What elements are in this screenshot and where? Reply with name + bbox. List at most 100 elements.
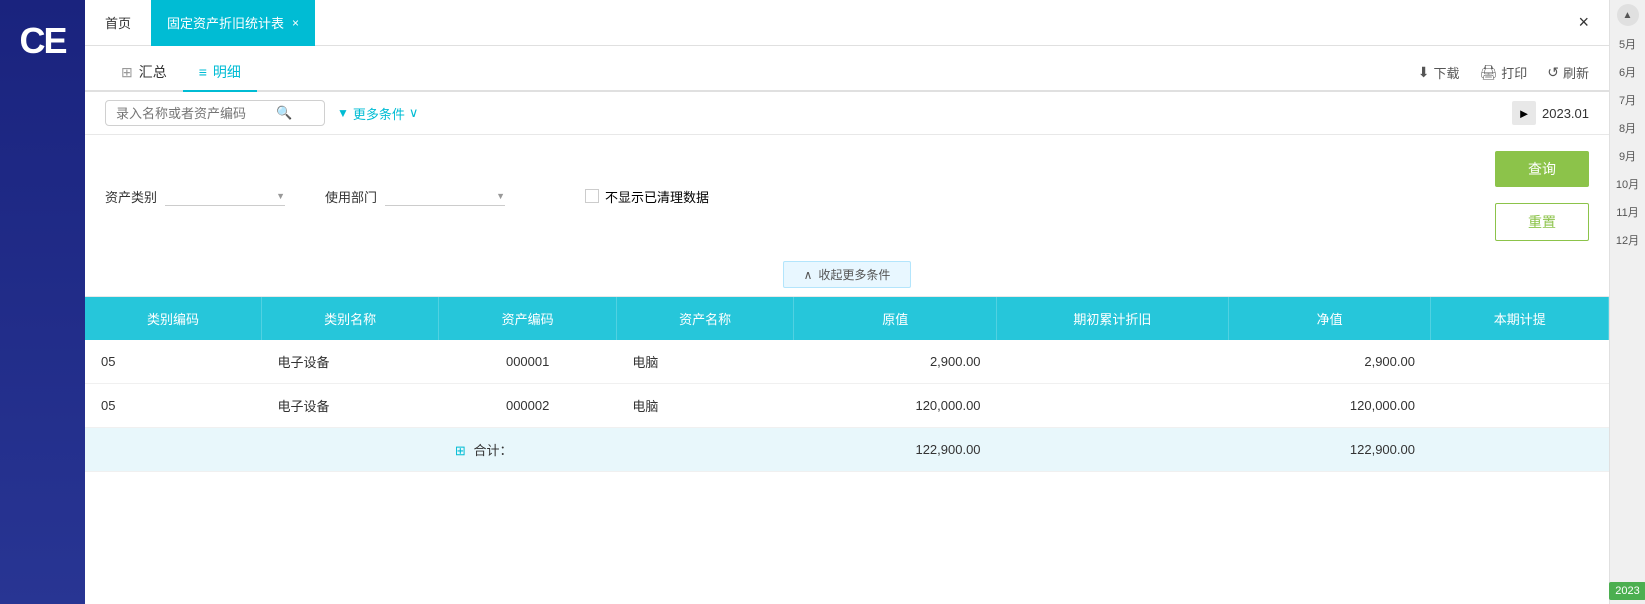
print-icon: 🖨 [1479, 64, 1497, 81]
sidebar-year-badge[interactable]: 2023 [1609, 582, 1645, 600]
table-row: 05 电子设备 000001 电脑 2,900.00 2,900.00 [85, 340, 1609, 384]
right-sidebar: ▲ 5月6月7月8月9月10月11月12月 2023 [1609, 0, 1645, 604]
cell-code: 05 [85, 340, 261, 384]
cell-net-value: 2,900.00 [1228, 340, 1431, 384]
col-header-current-depr: 本期计提 [1431, 297, 1609, 340]
total-label: 合计： [473, 443, 512, 458]
tab-detail[interactable]: ≡ 明细 [183, 62, 257, 92]
total-accumulated-depr [997, 428, 1229, 472]
sidebar-month-item[interactable]: 5月 [1616, 30, 1639, 58]
top-nav: 首页 固定资产折旧统计表 × × [85, 0, 1609, 46]
cell-asset-code: 000002 [439, 384, 616, 428]
nav-tab-fixed-assets[interactable]: 固定资产折旧统计表 × [151, 0, 315, 46]
cell-code: 05 [85, 384, 261, 428]
reset-button[interactable]: 重置 [1495, 203, 1589, 241]
cell-category: 电子设备 [261, 384, 438, 428]
cell-asset-name: 电脑 [616, 384, 793, 428]
total-icon: ⊞ [455, 443, 466, 458]
sidebar-month-item[interactable]: 6月 [1616, 58, 1639, 86]
print-btn[interactable]: 🖨 打印 [1479, 63, 1527, 82]
cell-asset-code: 000001 [439, 340, 616, 384]
hide-cleared-field: 不显示已清理数据 [585, 187, 709, 206]
sidebar-month-item[interactable]: 9月 [1616, 142, 1639, 170]
total-current-depr [1431, 428, 1609, 472]
cell-accumulated-depr [997, 384, 1229, 428]
refresh-icon: ↺ [1547, 64, 1559, 81]
table-body: 05 电子设备 000001 电脑 2,900.00 2,900.00 05 电… [85, 340, 1609, 472]
collapse-more-section: ∧ 收起更多条件 [105, 253, 1589, 296]
tab-detail-label: 明细 [213, 62, 241, 82]
ce-logo-text: CE [19, 20, 65, 62]
detail-icon: ≡ [199, 64, 207, 80]
search-input-wrapper[interactable]: 🔍 [105, 100, 325, 126]
advanced-filter: 资产类别 使用部门 不显示已清理数据 [85, 135, 1609, 297]
filter-btn-group: 查询 重置 [1495, 151, 1589, 241]
cell-original-value: 120,000.00 [794, 384, 997, 428]
download-btn[interactable]: ⬇ 下载 [1418, 63, 1460, 82]
cell-asset-name: 电脑 [616, 340, 793, 384]
cell-net-value: 120,000.00 [1228, 384, 1431, 428]
sidebar-month-item[interactable]: 11月 [1616, 198, 1639, 226]
tab-title: 固定资产折旧统计表 [167, 13, 284, 32]
sidebar-months: 5月6月7月8月9月10月11月12月 [1616, 30, 1639, 254]
col-header-category: 类别名称 [261, 297, 438, 340]
nav-home[interactable]: 首页 [85, 0, 151, 46]
asset-type-label: 资产类别 [105, 187, 157, 206]
sidebar-month-item[interactable]: 8月 [1616, 114, 1639, 142]
hide-cleared-checkbox[interactable] [585, 189, 599, 203]
date-display: 2023.01 [1542, 106, 1589, 121]
asset-type-select[interactable] [165, 186, 285, 206]
close-tab-icon[interactable]: × [292, 16, 299, 30]
dept-select[interactable] [385, 186, 505, 206]
more-filter-btn[interactable]: ▼ 更多条件 ∨ [337, 104, 418, 123]
filter-bar: 🔍 ▼ 更多条件 ∨ ► 2023.01 [85, 92, 1609, 135]
dept-label: 使用部门 [325, 187, 377, 206]
sub-tabs-bar: ⊞ 汇总 ≡ 明细 ⬇ 下载 🖨 打印 ↺ 刷新 [85, 46, 1609, 92]
cell-original-value: 2,900.00 [794, 340, 997, 384]
table-row: 05 电子设备 000002 电脑 120,000.00 120,000.00 [85, 384, 1609, 428]
main-container: 首页 固定资产折旧统计表 × × ⊞ 汇总 ≡ 明细 ⬇ 下载 🖨 打印 [85, 0, 1609, 604]
dept-select-wrapper[interactable] [385, 186, 505, 206]
sidebar-nav-up[interactable]: ▲ [1617, 4, 1639, 26]
table-header-row: 类别编码 类别名称 资产编码 资产名称 原值 期初累计折旧 净值 本期计提 [85, 297, 1609, 340]
hide-cleared-label: 不显示已清理数据 [605, 187, 709, 206]
tab-summary-label: 汇总 [139, 62, 167, 82]
col-header-net-value: 净值 [1228, 297, 1431, 340]
col-header-original-value: 原值 [794, 297, 997, 340]
refresh-btn[interactable]: ↺ 刷新 [1547, 63, 1589, 82]
search-input[interactable] [116, 106, 276, 121]
chevron-down-icon: ∨ [409, 105, 419, 121]
collapse-arrow-btn[interactable]: ► [1512, 101, 1536, 125]
window-close-icon[interactable]: × [1578, 12, 1589, 33]
col-header-asset-code: 资产编码 [439, 297, 616, 340]
col-header-asset-name: 资产名称 [616, 297, 793, 340]
col-header-accumulated-depr: 期初累计折旧 [997, 297, 1229, 340]
col-header-code: 类别编码 [85, 297, 261, 340]
cell-accumulated-depr [997, 340, 1229, 384]
sidebar-month-item[interactable]: 12月 [1616, 226, 1639, 254]
collapse-more-btn[interactable]: ∧ 收起更多条件 [783, 261, 912, 288]
cell-current-depr [1431, 384, 1609, 428]
sidebar-month-item[interactable]: 7月 [1616, 86, 1639, 114]
total-original-value: 122,900.00 [794, 428, 997, 472]
filter-icon: ▼ [337, 106, 349, 120]
search-icon: 🔍 [276, 105, 292, 121]
assets-table: 类别编码 类别名称 资产编码 资产名称 原值 期初累计折旧 净值 本期计提 05… [85, 297, 1609, 472]
sidebar-month-item[interactable]: 10月 [1616, 170, 1639, 198]
cell-category: 电子设备 [261, 340, 438, 384]
ce-logo-sidebar: CE [0, 0, 85, 604]
asset-type-field: 资产类别 [105, 186, 285, 206]
collapse-up-icon: ∧ [804, 268, 813, 282]
tab-summary[interactable]: ⊞ 汇总 [105, 62, 183, 92]
total-row: ⊞ 合计： 122,900.00 122,900.00 [85, 428, 1609, 472]
asset-type-select-wrapper[interactable] [165, 186, 285, 206]
cell-current-depr [1431, 340, 1609, 384]
table-container: 类别编码 类别名称 资产编码 资产名称 原值 期初累计折旧 净值 本期计提 05… [85, 297, 1609, 604]
date-nav-wrapper: ► 2023.01 [1512, 101, 1589, 125]
filter-row-1: 资产类别 使用部门 不显示已清理数据 [105, 151, 1589, 241]
download-icon: ⬇ [1418, 64, 1430, 81]
summary-icon: ⊞ [121, 64, 133, 81]
query-button[interactable]: 查询 [1495, 151, 1589, 187]
dept-field: 使用部门 [325, 186, 505, 206]
total-net-value: 122,900.00 [1228, 428, 1431, 472]
